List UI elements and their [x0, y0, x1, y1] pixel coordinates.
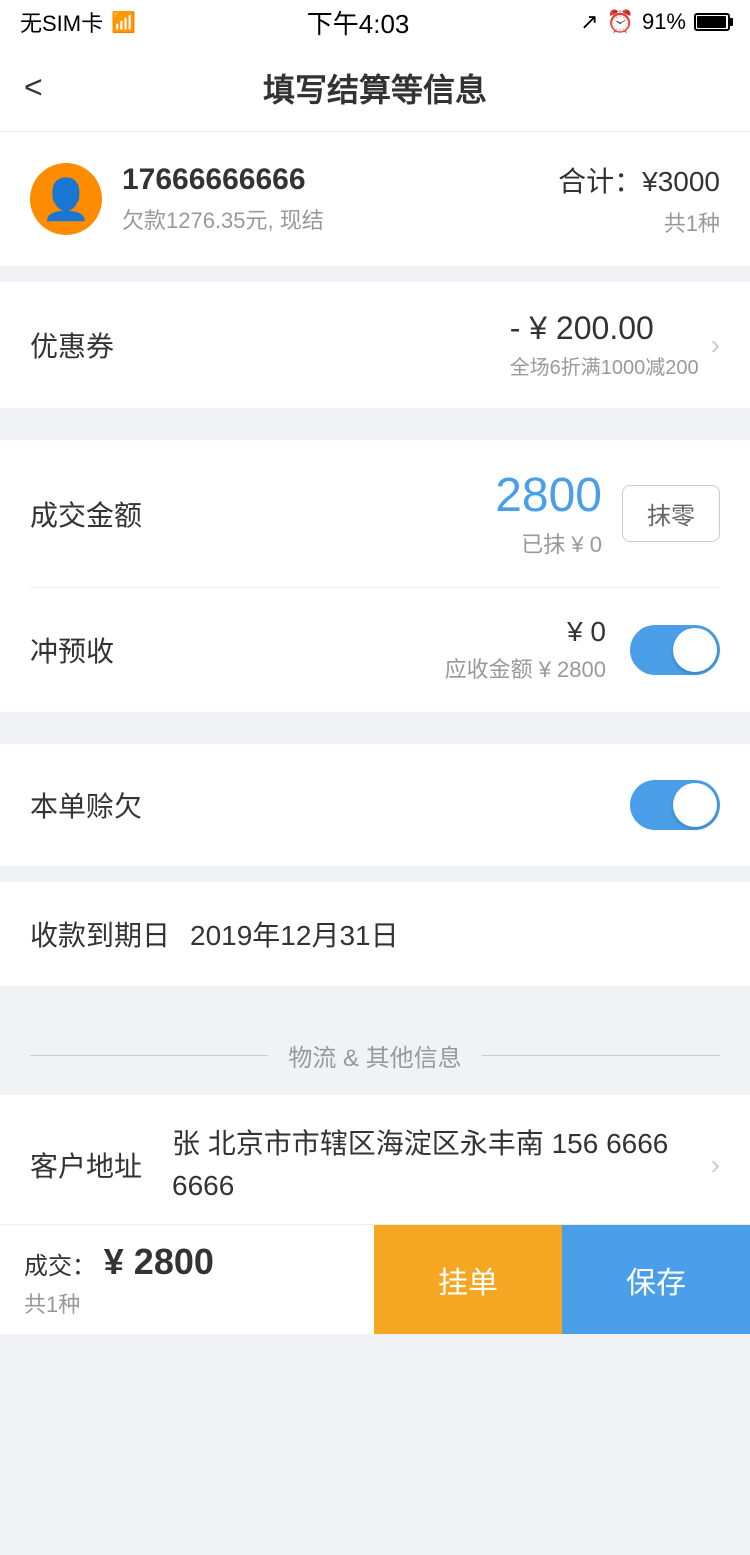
coupon-amount: - ¥ 200.00 — [510, 310, 699, 347]
customer-info: 17666666666 欠款1276.35元, 现结 — [122, 163, 324, 235]
coupon-label: 优惠券 — [30, 325, 114, 365]
deal-row: 成交金额 2800 已抹 ¥ 0 抹零 — [30, 440, 720, 588]
debt-row: 本单赊欠 — [0, 744, 750, 866]
battery-icon — [694, 13, 730, 31]
toggle-thumb — [673, 628, 717, 672]
customer-right: 合计：¥3000 共1种 — [558, 160, 720, 238]
logistics-line-right — [482, 1055, 720, 1056]
debt-toggle-thumb — [673, 783, 717, 827]
battery-label: 91% — [642, 9, 686, 35]
prepay-amount-col: ¥ 0 应收金额 ¥ 2800 — [445, 616, 606, 684]
prepay-sub: 应收金额 ¥ 2800 — [445, 652, 606, 684]
bottom-summary: 成交： ¥ 2800 共1种 — [0, 1241, 374, 1319]
hold-button[interactable]: 挂单 — [374, 1225, 562, 1334]
due-date-value: 2019年12月31日 — [190, 914, 399, 954]
logistics-text: 物流 & 其他信息 — [288, 1038, 461, 1073]
logistics-divider: 物流 & 其他信息 — [0, 1018, 750, 1093]
prepay-right: ¥ 0 应收金额 ¥ 2800 — [445, 616, 720, 684]
customer-total: 合计：¥3000 — [558, 160, 720, 200]
address-row[interactable]: 客户地址 张 北京市市辖区海淀区永丰南 156 6666 6666 › — [0, 1095, 750, 1235]
carrier-label: 无SIM卡 — [20, 6, 103, 38]
chevron-right-icon: › — [711, 329, 720, 361]
alarm-icon: ⏰ — [607, 9, 634, 35]
deal-sub: 已抹 ¥ 0 — [495, 527, 602, 559]
wifi-icon: 📶 — [111, 10, 136, 35]
address-label: 客户地址 — [30, 1145, 142, 1185]
round-button[interactable]: 抹零 — [622, 485, 720, 542]
address-content: 张 北京市市辖区海淀区永丰南 156 6666 6666 — [172, 1123, 711, 1207]
prepay-label: 冲预收 — [30, 630, 114, 670]
due-date-row: 收款到期日 2019年12月31日 — [0, 882, 750, 986]
deal-section: 成交金额 2800 已抹 ¥ 0 抹零 冲预收 ¥ 0 应收金额 ¥ 2800 — [0, 440, 750, 712]
status-time: 下午4:03 — [307, 4, 410, 41]
customer-left: 👤 17666666666 欠款1276.35元, 现结 — [30, 163, 324, 235]
deal-amount: 2800 — [495, 468, 602, 523]
status-bar: 无SIM卡 📶 下午4:03 ↗ ⏰ 91% — [0, 0, 750, 44]
coupon-info: - ¥ 200.00 全场6折满1000减200 — [510, 310, 699, 380]
status-right: ↗ ⏰ 91% — [580, 9, 730, 35]
avatar: 👤 — [30, 163, 102, 235]
due-label: 收款到期日 — [30, 914, 170, 954]
prepay-toggle[interactable] — [630, 625, 720, 675]
deal-label: 成交金额 — [30, 494, 142, 534]
customer-count: 共1种 — [558, 206, 720, 238]
back-button[interactable]: < — [24, 69, 43, 106]
content: 👤 17666666666 欠款1276.35元, 现结 合计：¥3000 共1… — [0, 132, 750, 1555]
bottom-deal-line: 成交： ¥ 2800 — [24, 1241, 350, 1283]
bottom-deal-label: 成交： — [24, 1253, 96, 1280]
bottom-bar: 成交： ¥ 2800 共1种 挂单 保存 — [0, 1224, 750, 1334]
avatar-icon: 👤 — [41, 176, 91, 223]
customer-phone: 17666666666 — [122, 163, 324, 197]
save-button[interactable]: 保存 — [562, 1225, 750, 1334]
customer-debt: 欠款1276.35元, 现结 — [122, 203, 324, 235]
deal-amount-col: 2800 已抹 ¥ 0 — [495, 468, 602, 559]
customer-card: 👤 17666666666 欠款1276.35元, 现结 合计：¥3000 共1… — [0, 132, 750, 266]
bottom-buttons: 挂单 保存 — [374, 1225, 750, 1334]
coupon-right: - ¥ 200.00 全场6折满1000减200 › — [510, 310, 720, 380]
prepay-row: 冲预收 ¥ 0 应收金额 ¥ 2800 — [30, 588, 720, 712]
debt-label: 本单赊欠 — [30, 785, 142, 825]
header: < 填写结算等信息 — [0, 44, 750, 132]
bottom-amount: ¥ 2800 — [104, 1241, 214, 1282]
page-title: 填写结算等信息 — [263, 65, 487, 111]
gray-divider-3 — [0, 1002, 750, 1018]
coupon-row[interactable]: 优惠券 - ¥ 200.00 全场6折满1000减200 › — [0, 282, 750, 408]
address-chevron-icon: › — [711, 1149, 720, 1181]
gray-divider-2 — [0, 728, 750, 744]
gray-divider-1 — [0, 424, 750, 440]
location-icon: ↗ — [580, 9, 598, 35]
coupon-desc: 全场6折满1000减200 — [510, 351, 699, 380]
prepay-amount: ¥ 0 — [445, 616, 606, 648]
deal-right: 2800 已抹 ¥ 0 抹零 — [495, 468, 720, 559]
logistics-line-left — [30, 1055, 268, 1056]
status-left: 无SIM卡 📶 — [20, 6, 136, 38]
debt-toggle[interactable] — [630, 780, 720, 830]
bottom-count: 共1种 — [24, 1287, 350, 1319]
